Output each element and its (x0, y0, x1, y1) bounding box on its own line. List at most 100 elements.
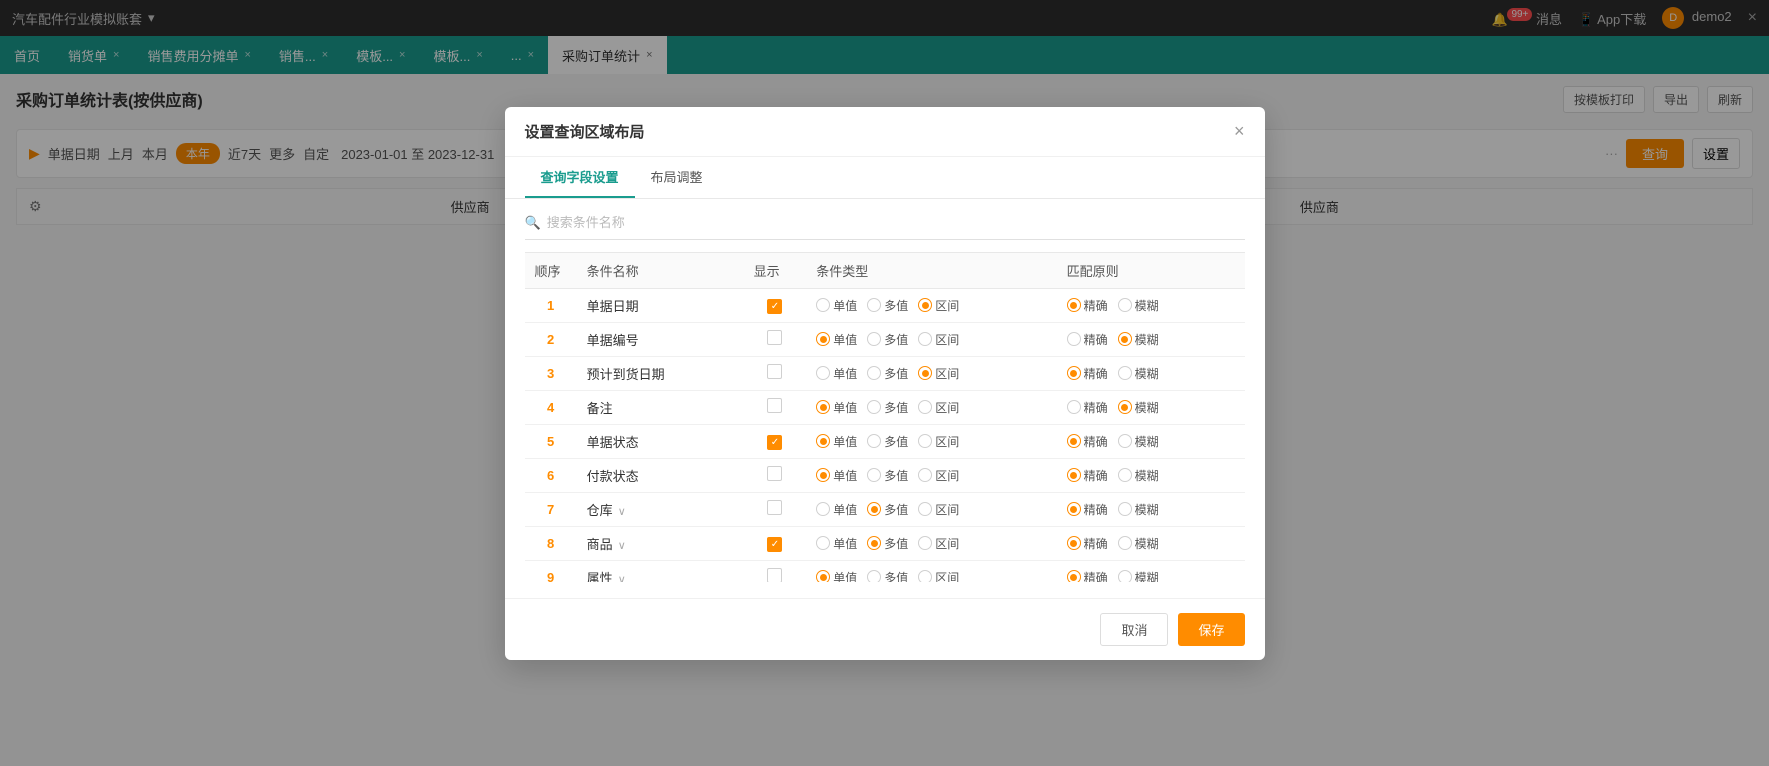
radio-match-fuzzy[interactable]: 模糊 (1118, 433, 1159, 450)
header-show: 显示 (744, 252, 807, 288)
radio-label-single: 单值 (833, 331, 857, 348)
radio-type-range[interactable]: 区间 (918, 535, 959, 552)
show-checkbox[interactable] (767, 435, 782, 450)
radio-type-multi[interactable]: 多值 (867, 501, 908, 518)
radio-match-exact[interactable]: 精确 (1067, 331, 1108, 348)
radio-match-exact[interactable]: 精确 (1067, 399, 1108, 416)
show-checkbox[interactable] (767, 537, 782, 552)
radio-circle-match-fuzzy (1118, 434, 1132, 448)
radio-type-single[interactable]: 单值 (816, 569, 857, 582)
show-checkbox[interactable] (767, 466, 782, 481)
show-checkbox[interactable] (767, 299, 782, 314)
radio-label-multi: 多值 (884, 297, 908, 314)
radio-type-range[interactable]: 区间 (918, 501, 959, 518)
cell-order: 8 (525, 526, 577, 560)
radio-circle-match-fuzzy (1118, 332, 1132, 346)
radio-type-single[interactable]: 单值 (816, 467, 857, 484)
show-checkbox[interactable] (767, 364, 782, 379)
radio-type-range[interactable]: 区间 (918, 365, 959, 382)
cell-show[interactable] (744, 560, 807, 582)
radio-circle-range (918, 332, 932, 346)
dialog-footer: 取消 保存 (505, 598, 1265, 660)
config-table: 顺序 条件名称 显示 条件类型 匹配原则 1单据日期单值多值区间精确模糊2单据编… (525, 252, 1245, 582)
radio-match-exact[interactable]: 精确 (1067, 535, 1108, 552)
cell-show[interactable] (744, 458, 807, 492)
radio-match-fuzzy[interactable]: 模糊 (1118, 297, 1159, 314)
cell-show[interactable] (744, 526, 807, 560)
cell-show[interactable] (744, 390, 807, 424)
dialog-tab-layout[interactable]: 布局调整 (635, 157, 719, 198)
cell-name: 单据状态 (577, 424, 744, 458)
radio-match-fuzzy[interactable]: 模糊 (1118, 467, 1159, 484)
radio-label-match-exact: 精确 (1084, 467, 1108, 484)
radio-type-multi[interactable]: 多值 (867, 569, 908, 582)
radio-match-fuzzy[interactable]: 模糊 (1118, 535, 1159, 552)
radio-label-multi: 多值 (884, 331, 908, 348)
radio-circle-single (816, 468, 830, 482)
cell-type: 单值多值区间 (806, 424, 1056, 458)
radio-label-match-exact: 精确 (1084, 569, 1108, 582)
radio-type-range[interactable]: 区间 (918, 569, 959, 582)
save-button[interactable]: 保存 (1178, 613, 1244, 646)
radio-label-single: 单值 (833, 297, 857, 314)
search-input[interactable] (547, 215, 747, 230)
radio-type-multi[interactable]: 多值 (867, 535, 908, 552)
radio-match-exact[interactable]: 精确 (1067, 501, 1108, 518)
radio-type-single[interactable]: 单值 (816, 399, 857, 416)
radio-match-exact[interactable]: 精确 (1067, 467, 1108, 484)
radio-type-range[interactable]: 区间 (918, 297, 959, 314)
radio-match-exact[interactable]: 精确 (1067, 297, 1108, 314)
radio-match-fuzzy[interactable]: 模糊 (1118, 399, 1159, 416)
radio-type-multi[interactable]: 多值 (867, 365, 908, 382)
radio-type-multi[interactable]: 多值 (867, 297, 908, 314)
cell-show[interactable] (744, 288, 807, 322)
radio-type-range[interactable]: 区间 (918, 467, 959, 484)
radio-match-exact[interactable]: 精确 (1067, 433, 1108, 450)
radio-type-single[interactable]: 单值 (816, 297, 857, 314)
dialog-tab-layout-label: 布局调整 (651, 170, 703, 185)
radio-type-multi[interactable]: 多值 (867, 433, 908, 450)
radio-label-range: 区间 (935, 297, 959, 314)
cell-show[interactable] (744, 322, 807, 356)
radio-circle-single (816, 332, 830, 346)
radio-type-single[interactable]: 单值 (816, 433, 857, 450)
show-checkbox[interactable] (767, 568, 782, 582)
radio-match-fuzzy[interactable]: 模糊 (1118, 331, 1159, 348)
radio-type-single[interactable]: 单值 (816, 365, 857, 382)
cell-show[interactable] (744, 356, 807, 390)
dialog-close-button[interactable]: × (1234, 122, 1245, 140)
radio-type-range[interactable]: 区间 (918, 433, 959, 450)
cell-show[interactable] (744, 424, 807, 458)
radio-type-multi[interactable]: 多值 (867, 331, 908, 348)
radio-match-fuzzy[interactable]: 模糊 (1118, 569, 1159, 582)
show-checkbox[interactable] (767, 398, 782, 413)
radio-circle-range (918, 298, 932, 312)
radio-type-single[interactable]: 单值 (816, 501, 857, 518)
radio-label-match-exact: 精确 (1084, 297, 1108, 314)
show-checkbox[interactable] (767, 500, 782, 515)
radio-match-exact[interactable]: 精确 (1067, 365, 1108, 382)
radio-type-single[interactable]: 单值 (816, 535, 857, 552)
radio-type-multi[interactable]: 多值 (867, 467, 908, 484)
radio-circle-single (816, 502, 830, 516)
radio-type-multi[interactable]: 多值 (867, 399, 908, 416)
radio-match-fuzzy[interactable]: 模糊 (1118, 365, 1159, 382)
dialog-tab-field-settings[interactable]: 查询字段设置 (525, 157, 635, 198)
show-checkbox[interactable] (767, 330, 782, 345)
cell-show[interactable] (744, 492, 807, 526)
radio-type-range[interactable]: 区间 (918, 399, 959, 416)
radio-label-match-fuzzy: 模糊 (1135, 569, 1159, 582)
radio-label-match-fuzzy: 模糊 (1135, 501, 1159, 518)
radio-circle-single (816, 366, 830, 380)
table-row: 3预计到货日期单值多值区间精确模糊 (525, 356, 1245, 390)
radio-circle-match-exact (1067, 570, 1081, 582)
radio-type-range[interactable]: 区间 (918, 331, 959, 348)
cell-type: 单值多值区间 (806, 356, 1056, 390)
radio-circle-match-exact (1067, 434, 1081, 448)
cancel-button[interactable]: 取消 (1100, 613, 1168, 646)
radio-type-single[interactable]: 单值 (816, 331, 857, 348)
radio-circle-match-fuzzy (1118, 502, 1132, 516)
radio-match-fuzzy[interactable]: 模糊 (1118, 501, 1159, 518)
radio-match-exact[interactable]: 精确 (1067, 569, 1108, 582)
cell-order: 2 (525, 322, 577, 356)
